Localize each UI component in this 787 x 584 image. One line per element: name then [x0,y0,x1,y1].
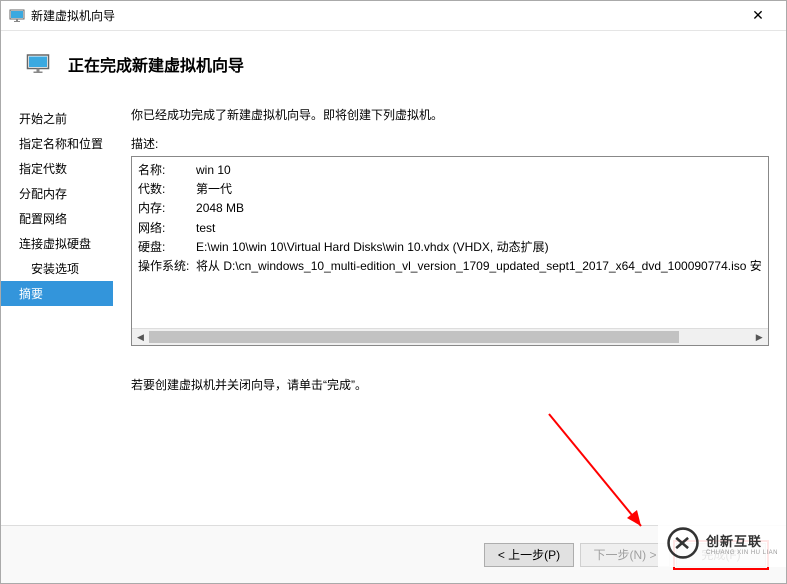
summary-key: 内存: [138,199,196,218]
watermark-logo-icon [666,526,700,560]
close-icon: ✕ [752,7,764,24]
close-button[interactable]: ✕ [738,5,778,27]
summary-value: 将从 D:\cn_windows_10_multi-edition_vl_ver… [196,257,762,276]
summary-key: 硬盘: [138,238,196,257]
wizard-window: 新建虚拟机向导 ✕ 正在完成新建虚拟机向导 开始之前 指定名称和位置 指定代数 … [0,0,787,584]
window-title: 新建虚拟机向导 [31,7,738,24]
step-summary[interactable]: 摘要 [1,281,113,306]
scroll-thumb[interactable] [149,331,679,343]
step-generation[interactable]: 指定代数 [1,156,113,181]
wizard-content: 你已经成功完成了新建虚拟机向导。即将创建下列虚拟机。 描述: 名称: win 1… [113,96,787,521]
description-label: 描述: [131,135,769,152]
summary-key: 名称: [138,161,196,180]
step-name-location[interactable]: 指定名称和位置 [1,131,113,156]
summary-value: 第一代 [196,180,762,199]
summary-row-network: 网络: test [138,219,762,238]
step-install-options[interactable]: 安装选项 [1,256,113,281]
prev-button[interactable]: < 上一步(P) [484,543,574,567]
summary-value: E:\win 10\win 10\Virtual Hard Disks\win … [196,238,762,257]
horizontal-scrollbar[interactable]: ◀ ▶ [132,328,768,345]
titlebar: 新建虚拟机向导 ✕ [1,1,786,31]
wizard-heading: 正在完成新建虚拟机向导 [68,52,244,76]
step-vhd[interactable]: 连接虚拟硬盘 [1,231,113,256]
step-network[interactable]: 配置网络 [1,206,113,231]
watermark-subtext: CHUANG XIN HU LIAN [706,550,778,556]
summary-row-disk: 硬盘: E:\win 10\win 10\Virtual Hard Disks\… [138,238,762,257]
scroll-right-icon[interactable]: ▶ [751,329,768,345]
step-memory[interactable]: 分配内存 [1,181,113,206]
summary-row-memory: 内存: 2048 MB [138,199,762,218]
wizard-body: 开始之前 指定名称和位置 指定代数 分配内存 配置网络 连接虚拟硬盘 安装选项 … [1,96,786,521]
summary-box: 名称: win 10 代数: 第一代 内存: 2048 MB 网络: test [131,156,769,346]
summary-row-os: 操作系统: 将从 D:\cn_windows_10_multi-edition_… [138,257,762,276]
summary-row-name: 名称: win 10 [138,161,762,180]
scroll-left-icon[interactable]: ◀ [132,329,149,345]
summary-value: win 10 [196,161,762,180]
summary-value: 2048 MB [196,199,762,218]
summary-list: 名称: win 10 代数: 第一代 内存: 2048 MB 网络: test [132,157,768,280]
watermark-text: 创新互联 [706,531,778,550]
summary-key: 操作系统: [138,257,196,276]
app-icon [9,8,25,24]
wizard-header: 正在完成新建虚拟机向导 [1,31,786,96]
wizard-steps-sidebar: 开始之前 指定名称和位置 指定代数 分配内存 配置网络 连接虚拟硬盘 安装选项 … [1,96,113,521]
intro-text: 你已经成功完成了新建虚拟机向导。即将创建下列虚拟机。 [131,106,769,123]
wizard-icon [26,52,50,76]
summary-row-generation: 代数: 第一代 [138,180,762,199]
step-before-begin[interactable]: 开始之前 [1,106,113,131]
summary-key: 网络: [138,219,196,238]
watermark: 创新互联 CHUANG XIN HU LIAN [658,519,786,567]
summary-value: test [196,219,762,238]
scroll-track[interactable] [149,329,751,345]
finish-instruction: 若要创建虚拟机并关闭向导，请单击“完成”。 [131,376,769,393]
summary-key: 代数: [138,180,196,199]
next-button: 下一步(N) > [580,543,670,567]
